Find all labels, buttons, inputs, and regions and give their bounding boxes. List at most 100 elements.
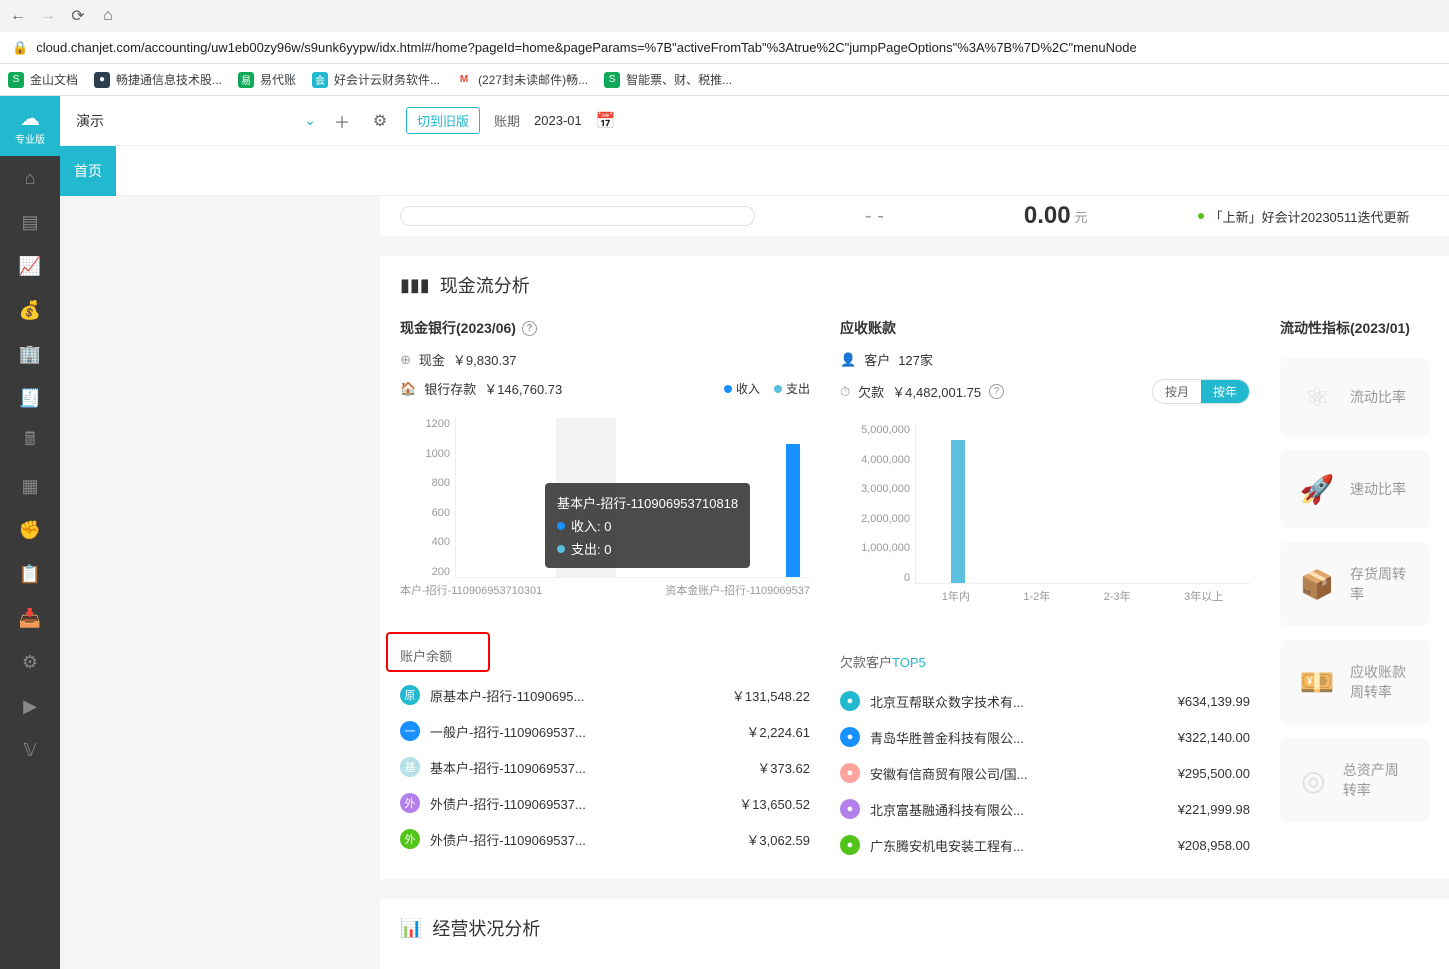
sidebar-home-icon[interactable]: ⌂ [0, 156, 60, 200]
account-balance-title: 账户余额 [400, 646, 810, 665]
customer-name: 北京互帮联众数字技术有... [870, 692, 1168, 711]
x-axis-labels: 本户-招行-110906953710301 资本金账户-招行-110906953… [400, 582, 810, 598]
toggle-month[interactable]: 按月 [1153, 380, 1201, 403]
sidebar-chart-icon[interactable]: 📈 [0, 244, 60, 288]
account-row[interactable]: 原 原基本户-招行-11090695... ￥131,548.22 [400, 677, 810, 713]
account-row[interactable]: 外 外债户-招行-1109069537... ￥3,062.59 [400, 821, 810, 857]
cloud-icon: ☁ [20, 106, 40, 131]
reload-button[interactable]: ⟳ [68, 6, 88, 26]
add-button[interactable]: ＋ [330, 109, 354, 133]
period-label: 账期 [494, 111, 520, 130]
sidebar-video-icon[interactable]: ▶ [0, 684, 60, 728]
period-value[interactable]: 2023-01 [534, 113, 582, 128]
indicator-card[interactable]: ⚛流动比率 [1280, 358, 1429, 436]
kpi-unit: 元 [1075, 207, 1088, 226]
bookmark-item[interactable]: M(227封未读邮件)畅... [456, 71, 588, 88]
tab-home[interactable]: 首页 [60, 146, 116, 196]
indicator-label: 存货周转率 [1350, 564, 1409, 604]
home-nav-button[interactable]: ⌂ [98, 6, 118, 26]
account-row[interactable]: 外 外债户-招行-1109069537... ￥13,650.52 [400, 785, 810, 821]
sidebar-inbox-icon[interactable]: 📥 [0, 596, 60, 640]
customer-badge-icon: ● [840, 835, 860, 855]
sidebar-salary-icon[interactable]: 💰 [0, 288, 60, 332]
debt-customer-row[interactable]: ● 安徽有信商贸有限公司/国... ¥295,500.00 [840, 755, 1250, 791]
browser-toolbar: ← → ⟳ ⌂ [0, 0, 1449, 32]
top-card-partial: - - 0.00 元 「上新」好会计20230511迭代更新 [380, 196, 1449, 236]
forward-button[interactable]: → [38, 6, 58, 26]
address-bar[interactable]: 🔒 cloud.chanjet.com/accounting/uw1eb00zy… [0, 32, 1449, 64]
account-row[interactable]: 基 基本户-招行-1109069537... ￥373.62 [400, 749, 810, 785]
y-axis: 1200 1000 800 600 400 200 [400, 418, 450, 578]
y-axis: 5,000,0004,000,0003,000,0002,000,0001,00… [840, 424, 910, 584]
cashflow-section: ▮▮▮ 现金流分析 现金银行(2023/06) ? ⊕ 现金 ￥9,830.37 [380, 256, 1449, 879]
toggle-year[interactable]: 按年 [1201, 380, 1249, 403]
sidebar-fist-icon[interactable]: ✊ [0, 508, 60, 552]
sidebar-safe-icon[interactable]: ▦ [0, 464, 60, 508]
account-amount: ￥13,650.52 [739, 794, 810, 813]
customer-stat: 👤 客户 127家 [840, 350, 1250, 369]
sidebar-calc-icon[interactable]: 🖩 [0, 420, 60, 464]
account-name: 外债户-招行-1109069537... [430, 794, 729, 813]
indicator-card[interactable]: 📦存货周转率 [1280, 542, 1429, 626]
news-item[interactable]: 「上新」好会计20230511迭代更新 [1198, 207, 1410, 226]
back-button[interactable]: ← [8, 6, 28, 26]
customer-badge-icon: ● [840, 727, 860, 747]
receivable-title: 应收账款 [840, 318, 1250, 338]
customer-name: 北京富基融通科技有限公... [870, 800, 1168, 819]
account-amount: ￥131,548.22 [732, 686, 810, 705]
old-version-button[interactable]: 切到旧版 [406, 107, 480, 134]
cash-bank-panel: 现金银行(2023/06) ? ⊕ 现金 ￥9,830.37 🏠 银行存款 ￥1… [400, 318, 810, 863]
org-selector[interactable]: 演示 ⌄ [76, 111, 316, 131]
gear-icon[interactable]: ⚙ [368, 109, 392, 133]
account-name: 基本户-招行-1109069537... [430, 758, 747, 777]
account-row[interactable]: 一 一般户-招行-1109069537... ￥2,224.61 [400, 713, 810, 749]
bookmark-item[interactable]: 会好会计云财务软件... [312, 71, 440, 88]
x-axis-labels: 1年内 1-2年 2-3年 3年以上 [915, 588, 1250, 604]
indicator-icon: 💴 [1300, 665, 1334, 699]
legend-income: 收入 [724, 380, 760, 397]
chart-tooltip: 基本户-招行-110906953710818 收入: 0 支出: 0 [545, 483, 750, 568]
sidebar-invoice-icon[interactable]: 🧾 [0, 376, 60, 420]
kpi-value: 0.00 [1024, 202, 1071, 230]
bookmark-item[interactable]: 易易代账 [238, 71, 296, 88]
liquidity-title: 流动性指标(2023/01) [1280, 318, 1429, 338]
indicator-card[interactable]: 🚀速动比率 [1280, 450, 1429, 528]
customer-amount: ¥322,140.00 [1178, 730, 1250, 745]
account-amount: ￥3,062.59 [746, 830, 810, 849]
debt-customer-row[interactable]: ● 北京互帮联众数字技术有... ¥634,139.99 [840, 683, 1250, 719]
help-icon[interactable]: ? [989, 384, 1004, 399]
indicator-card[interactable]: ◎总资产周转率 [1280, 738, 1429, 822]
receivable-chart[interactable]: 5,000,0004,000,0003,000,0002,000,0001,00… [840, 424, 1250, 634]
account-badge-icon: 基 [400, 757, 420, 777]
sidebar-v-icon[interactable]: 𝕍 [0, 728, 60, 772]
help-icon[interactable]: ? [522, 321, 537, 336]
account-name: 原基本户-招行-11090695... [430, 686, 722, 705]
indicator-icon: 🚀 [1300, 472, 1334, 506]
sidebar-doc-icon[interactable]: 📋 [0, 552, 60, 596]
sidebar-settings-icon[interactable]: ⚙ [0, 640, 60, 684]
chevron-down-icon: ⌄ [304, 112, 316, 129]
indicator-label: 流动比率 [1350, 387, 1406, 407]
calendar-icon[interactable]: 📅 [596, 111, 616, 131]
customer-amount: ¥221,999.98 [1178, 802, 1250, 817]
bookmark-item[interactable]: S金山文档 [8, 71, 78, 88]
clock-icon: ⏱ [840, 384, 850, 400]
cash-bank-chart[interactable]: 1200 1000 800 600 400 200 [400, 418, 810, 628]
deposit-stat: 🏠 银行存款 ￥146,760.73 收入 支出 [400, 379, 810, 398]
search-input[interactable] [400, 206, 755, 226]
cash-bank-title: 现金银行(2023/06) ? [400, 318, 810, 338]
user-icon: 👤 [840, 352, 856, 368]
debt-customer-row[interactable]: ● 青岛华胜普金科技有限公... ¥322,140.00 [840, 719, 1250, 755]
bookmark-item[interactable]: S智能票、财、税推... [604, 71, 732, 88]
app-logo[interactable]: ☁ 专业版 [0, 96, 60, 156]
debt-customer-row[interactable]: ● 广东腾安机电安装工程有... ¥208,958.00 [840, 827, 1250, 863]
sidebar-building-icon[interactable]: 🏢 [0, 332, 60, 376]
debt-customer-row[interactable]: ● 北京富基融通科技有限公... ¥221,999.98 [840, 791, 1250, 827]
section-header: ▮▮▮ 现金流分析 [400, 272, 1429, 298]
customer-amount: ¥634,139.99 [1178, 694, 1250, 709]
placeholder-dashes: - - [865, 205, 884, 228]
indicator-card[interactable]: 💴应收账款周转率 [1280, 640, 1429, 724]
bank-icon: 🏠 [400, 381, 416, 397]
bookmark-item[interactable]: ●畅捷通信息技术股... [94, 71, 222, 88]
sidebar-voucher-icon[interactable]: ▤ [0, 200, 60, 244]
